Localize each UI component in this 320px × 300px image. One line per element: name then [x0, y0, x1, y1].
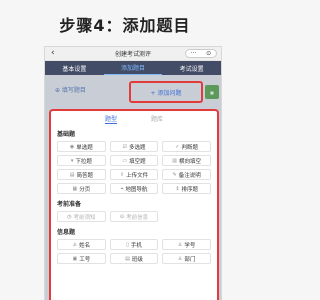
question-type-label: 学号 [184, 242, 196, 249]
question-type-icon: ▾ [70, 157, 74, 164]
question-type-button[interactable]: ♙ 学号 [162, 239, 211, 250]
question-type-grid: ♙ 姓名 ▯ 手机 ♙ 学号 ▣ 工号 ▤ 班级 ♙ 部门 [57, 239, 211, 264]
question-type-icon: ▦ [72, 185, 78, 192]
question-type-label: 手机 [130, 242, 142, 249]
section-title: 考前准备 [57, 201, 82, 208]
question-type-icon: ◉ [69, 143, 75, 150]
question-type-label: 班级 [131, 256, 143, 263]
question-sections: 基础题 ◉ 单选题 ☑ 多选题 ✓ 判断题 ▾ 下拉题 ▭ 填空题 ▥ 横向填空 ▤ 简答题 ⇪ 上传文件 ✎ 备注… [57, 129, 211, 264]
page-heading: 步骤4：添加题目 [59, 16, 191, 35]
question-type-icon: ♙ [177, 241, 183, 248]
add-question-button[interactable]: + 添加问题 [129, 81, 203, 103]
question-type-button[interactable]: ▤ 简答题 [57, 169, 106, 180]
question-type-label: 部门 [184, 256, 196, 263]
question-type-label: 多选题 [128, 144, 146, 151]
close-icon[interactable]: ⊙ [206, 50, 211, 57]
question-type-button[interactable]: ▤ 班级 [109, 253, 159, 264]
question-type-icon: ▤ [69, 171, 75, 178]
question-type-icon: ♙ [177, 255, 183, 262]
question-type-icon: ⌖ [120, 185, 124, 192]
question-type-icon: ⊙ [119, 213, 125, 220]
question-type-icon: ▯ [126, 241, 129, 248]
question-type-label: 判断题 [181, 144, 199, 151]
tab-question-bank[interactable]: 题库 [151, 112, 163, 124]
question-type-button[interactable]: ♙ 部门 [162, 253, 211, 264]
question-type-button[interactable]: ☑ 多选题 [109, 141, 159, 152]
question-type-icon: ♙ [72, 241, 78, 248]
content-overlay: ⊕ 填写题目 + 添加问题 ▦ 题型 题库 基础题 ◉ 单选题 ☑ 多选题 ✓ 判断题 ▾ 下拉… [45, 75, 221, 300]
fill-question-button[interactable]: ⊕ 填写题目 [55, 85, 86, 94]
question-type-button[interactable]: ◷ 考前须知 [57, 211, 106, 222]
capsule-menu[interactable]: ··· ⊙ [185, 49, 217, 58]
question-type-button[interactable]: ✓ 判断题 [162, 141, 211, 152]
question-type-label: 填空题 [129, 158, 146, 165]
step-tabs: 基本设置 添加题目 考试设置 [45, 61, 221, 75]
action-row: ⊕ 填写题目 + 添加问题 ▦ [45, 81, 221, 105]
question-type-icon: ✎ [172, 171, 177, 178]
phone-screen: ‹ 创建考试测评 ··· ⊙ 基本设置 添加题目 考试设置 ⊕ 填写题目 + 添… [44, 46, 222, 300]
question-type-label: 简答题 [76, 172, 93, 179]
question-type-button[interactable]: ⊙ 考前信息 [109, 211, 159, 222]
section-title: 基础题 [57, 131, 76, 138]
question-type-label: 姓名 [79, 242, 91, 249]
question-type-grid: ◷ 考前须知 ⊙ 考前信息 [57, 211, 211, 222]
question-type-label: 排序题 [181, 186, 199, 193]
sheet-tabs: 题型 题库 [57, 112, 211, 124]
question-type-sheet: 题型 题库 基础题 ◉ 单选题 ☑ 多选题 ✓ 判断题 ▾ 下拉题 ▭ 填空题 ▥ 横向填空 ▤ 简答题 ⇪ 上… [49, 109, 219, 300]
question-type-icon: ▤ [125, 255, 130, 262]
question-type-label: 工号 [79, 256, 91, 263]
question-type-label: 上传文件 [126, 172, 149, 179]
question-type-label: 考前信息 [126, 214, 149, 221]
tab-question-types[interactable]: 题型 [104, 112, 117, 124]
question-type-label: 地图导航 [125, 186, 148, 193]
question-type-button[interactable]: ▥ 横向填空 [162, 155, 211, 166]
question-type-button[interactable]: ▯ 手机 [109, 239, 159, 250]
section-title: 信息题 [57, 229, 76, 236]
question-type-button[interactable]: ⌖ 地图导航 [109, 183, 159, 194]
step-exam-settings[interactable]: 考试设置 [162, 61, 221, 75]
question-type-icon: ◷ [67, 213, 72, 220]
question-type-icon: ▣ [72, 255, 78, 262]
more-icon[interactable]: ··· [191, 50, 197, 57]
question-type-button[interactable]: ▭ 填空题 [109, 155, 159, 166]
question-type-button[interactable]: ◉ 单选题 [57, 141, 106, 152]
step-basic-settings[interactable]: 基本设置 [45, 61, 104, 75]
question-type-icon: ✓ [175, 143, 180, 150]
question-type-label: 横向填空 [179, 158, 202, 165]
question-type-label: 分页 [79, 186, 91, 193]
question-type-button[interactable]: ✎ 备注说明 [162, 169, 211, 180]
question-type-button[interactable]: ↕ 排序题 [162, 183, 211, 194]
qr-icon[interactable]: ▦ [205, 85, 219, 99]
question-type-button[interactable]: ⇪ 上传文件 [109, 169, 159, 180]
question-type-button[interactable]: ▾ 下拉题 [57, 155, 106, 166]
question-type-label: 考前须知 [73, 214, 96, 221]
question-type-button[interactable]: ♙ 姓名 [57, 239, 106, 250]
question-type-icon: ⇪ [119, 171, 125, 178]
question-type-label: 单选题 [76, 144, 93, 151]
question-type-label: 备注说明 [178, 172, 201, 179]
question-type-icon: ▭ [122, 157, 128, 164]
question-type-icon: ↕ [175, 185, 180, 192]
question-type-icon: ☑ [122, 143, 127, 150]
question-type-label: 下拉题 [75, 158, 92, 165]
question-type-button[interactable]: ▦ 分页 [57, 183, 106, 194]
question-type-button[interactable]: ▣ 工号 [57, 253, 106, 264]
step-add-questions[interactable]: 添加题目 [103, 61, 163, 75]
question-type-grid: ◉ 单选题 ☑ 多选题 ✓ 判断题 ▾ 下拉题 ▭ 填空题 ▥ 横向填空 ▤ 简答题 ⇪ 上传文件 ✎ 备注说明 ▦… [57, 141, 211, 194]
nav-bar: ‹ 创建考试测评 ··· ⊙ [45, 47, 221, 61]
question-type-icon: ▥ [172, 157, 178, 164]
